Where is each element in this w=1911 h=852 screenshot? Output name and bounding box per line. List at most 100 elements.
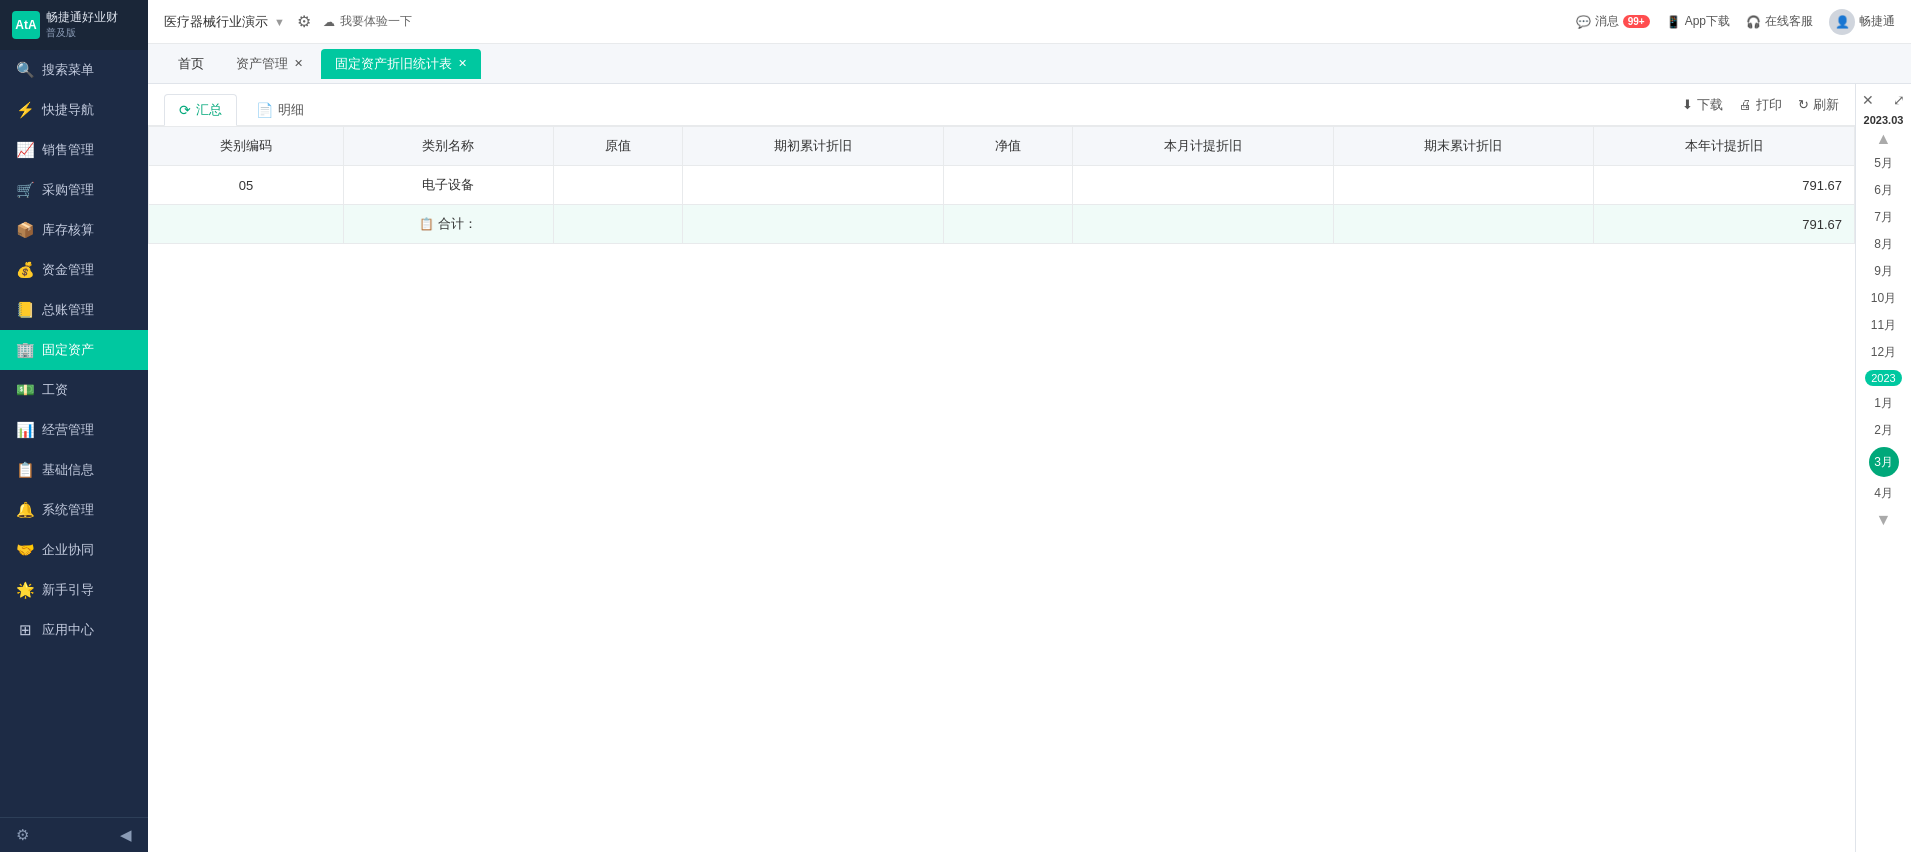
cloud-icon: ☁: [323, 15, 335, 29]
col-header-year-depr: 本年计提折旧: [1594, 127, 1855, 166]
total-month-depr: [1072, 205, 1333, 244]
cell-year-depr: 791.67: [1594, 166, 1855, 205]
tab-assets[interactable]: 资产管理 ✕: [222, 49, 317, 79]
cell-code: 05: [149, 166, 344, 205]
online-service-button[interactable]: 🎧 在线客服: [1746, 13, 1813, 30]
sidebar-item-finance[interactable]: 💰资金管理: [0, 250, 148, 290]
sidebar-icon-ledger: 📒: [16, 301, 34, 319]
sidebar-item-quicknav[interactable]: ⚡快捷导航: [0, 90, 148, 130]
panel-close-icon[interactable]: ✕: [1862, 92, 1874, 108]
settings-icon[interactable]: ⚙: [16, 826, 29, 844]
sidebar-item-purchase[interactable]: 🛒采购管理: [0, 170, 148, 210]
print-icon: 🖨: [1739, 97, 1752, 112]
sidebar-item-system[interactable]: 🔔系统管理: [0, 490, 148, 530]
close-depreciation-tab-icon[interactable]: ✕: [458, 57, 467, 70]
month-5[interactable]: 5月: [1856, 150, 1911, 177]
tab-summary[interactable]: ⟳ 汇总: [164, 94, 237, 126]
sidebar-item-inventory[interactable]: 📦库存核算: [0, 210, 148, 250]
total-beginning-accum: [683, 205, 944, 244]
experience-button[interactable]: ☁ 我要体验一下: [323, 13, 412, 30]
month-2[interactable]: 2月: [1856, 417, 1911, 444]
sidebar-label-sales: 销售管理: [42, 141, 94, 159]
sidebar-item-fixed[interactable]: 🏢固定资产: [0, 330, 148, 370]
app-download-button[interactable]: 📱 App下载: [1666, 13, 1730, 30]
sidebar-label-enterprise: 企业协同: [42, 541, 94, 559]
download-button[interactable]: ⬇ 下载: [1682, 96, 1723, 114]
sidebar-item-guide[interactable]: 🌟新手引导: [0, 570, 148, 610]
logo-icon: AtA: [12, 11, 40, 39]
sidebar: AtA 畅捷通好业财 普及版 🔍搜索菜单⚡快捷导航📈销售管理🛒采购管理📦库存核算…: [0, 0, 148, 852]
sidebar-item-ledger[interactable]: 📒 总账管理: [0, 290, 148, 330]
sidebar-label-apps: 应用中心: [42, 621, 94, 639]
toolbar: ⬇ 下载 🖨 打印 ↻ 刷新: [1682, 96, 1839, 124]
month-8[interactable]: 8月: [1856, 231, 1911, 258]
sidebar-item-sales[interactable]: 📈 销售管理: [0, 130, 148, 170]
sidebar-item-basic[interactable]: 📋基础信息: [0, 450, 148, 490]
month-6[interactable]: 6月: [1856, 177, 1911, 204]
month-12[interactable]: 12月: [1856, 339, 1911, 366]
total-original: [553, 205, 682, 244]
app-name: 畅捷通好业财: [46, 10, 118, 26]
sidebar-item-apps[interactable]: ⊞ 应用中心: [0, 610, 148, 650]
panel-nav-down[interactable]: ▼: [1876, 511, 1892, 529]
company-selector[interactable]: 医疗器械行业演示 ▼: [164, 13, 285, 31]
user-menu[interactable]: 👤 畅捷通: [1829, 9, 1895, 35]
company-name: 医疗器械行业演示: [164, 13, 268, 31]
sidebar-label-basic: 基础信息: [42, 461, 94, 479]
year-badge: 2023: [1865, 370, 1901, 386]
total-net: [943, 205, 1072, 244]
month-3-current[interactable]: 3月: [1869, 447, 1899, 477]
col-header-name: 类别名称: [343, 127, 553, 166]
sidebar-icon-apps: ⊞: [16, 621, 34, 639]
download-icon: ⬇: [1682, 97, 1693, 112]
month-7[interactable]: 7月: [1856, 204, 1911, 231]
col-header-original: 原值: [553, 127, 682, 166]
summary-icon: ⟳: [179, 102, 191, 118]
panel-header: ✕ ⤢: [1856, 88, 1911, 112]
col-header-net: 净值: [943, 127, 1072, 166]
download-icon: 📱: [1666, 15, 1681, 29]
close-assets-tab-icon[interactable]: ✕: [294, 57, 303, 70]
sidebar-item-operations[interactable]: 📊经营管理: [0, 410, 148, 450]
tab-detail[interactable]: 📄 明细: [241, 94, 319, 125]
avatar: 👤: [1829, 9, 1855, 35]
total-row: 📋 合计： 791.67: [149, 205, 1855, 244]
cell-beginning-accum: [683, 166, 944, 205]
panel-expand-icon[interactable]: ⤢: [1893, 92, 1905, 108]
sidebar-item-salary[interactable]: 💵工资: [0, 370, 148, 410]
tab-home[interactable]: 首页: [164, 49, 218, 79]
cell-name: 电子设备: [343, 166, 553, 205]
refresh-button[interactable]: ↻ 刷新: [1798, 96, 1839, 114]
sidebar-icon-sales: 📈: [16, 141, 34, 159]
sidebar-label-ledger: 总账管理: [42, 301, 94, 319]
total-year-depr: 791.67: [1594, 205, 1855, 244]
detail-icon: 📄: [256, 102, 273, 118]
sidebar-item-enterprise[interactable]: 🤝企业协同: [0, 530, 148, 570]
month-10[interactable]: 10月: [1856, 285, 1911, 312]
month-9[interactable]: 9月: [1856, 258, 1911, 285]
topbar: 医疗器械行业演示 ▼ ⚙ ☁ 我要体验一下 💬 消息 99+ 📱 App下载 🎧…: [148, 0, 1911, 44]
total-ending-accum: [1333, 205, 1594, 244]
right-panel: ✕ ⤢ 2023.03 ▲ 5月 6月 7月 8月 9月 10月 11月 12月…: [1855, 84, 1911, 852]
refresh-icon: ↻: [1798, 97, 1809, 112]
sidebar-icon-system: 🔔: [16, 501, 34, 519]
cell-month-depr: [1072, 166, 1333, 205]
notifications-button[interactable]: 💬 消息 99+: [1576, 13, 1650, 30]
month-11[interactable]: 11月: [1856, 312, 1911, 339]
panel-nav-up[interactable]: ▲: [1876, 130, 1892, 148]
print-button[interactable]: 🖨 打印: [1739, 96, 1782, 114]
cell-original: [553, 166, 682, 205]
sidebar-icon-search: 🔍: [16, 61, 34, 79]
tab-depreciation[interactable]: 固定资产折旧统计表 ✕: [321, 49, 481, 79]
month-4[interactable]: 4月: [1856, 480, 1911, 507]
collapse-icon[interactable]: ◀: [120, 826, 132, 844]
settings-gear-icon[interactable]: ⚙: [297, 12, 311, 31]
month-1[interactable]: 1月: [1856, 390, 1911, 417]
sidebar-item-search[interactable]: 🔍 搜索菜单: [0, 50, 148, 90]
sidebar-label-search: 搜索菜单: [42, 61, 94, 79]
tabs-bar: 首页 资产管理 ✕ 固定资产折旧统计表 ✕: [148, 44, 1911, 84]
cell-ending-accum: [1333, 166, 1594, 205]
bell-icon: 💬: [1576, 15, 1591, 29]
sidebar-label-inventory: 库存核算: [42, 221, 94, 239]
sidebar-label-operations: 经营管理: [42, 421, 94, 439]
